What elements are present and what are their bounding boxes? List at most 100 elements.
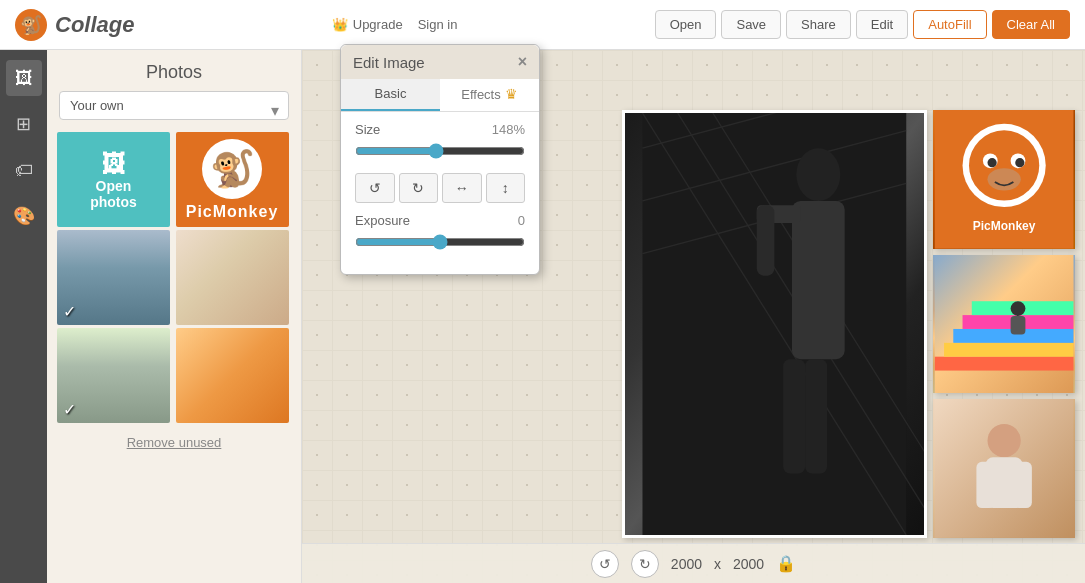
photo-cell-2[interactable]: ✓ bbox=[57, 230, 170, 325]
lock-icon[interactable]: 🔒 bbox=[776, 554, 796, 573]
top-right-photo: PicMonkey bbox=[933, 110, 1075, 249]
size-row: Size 148% bbox=[355, 122, 525, 137]
undo-button[interactable]: ↺ bbox=[591, 550, 619, 578]
svg-rect-12 bbox=[757, 205, 775, 275]
collage-layout: PicMonkey bbox=[622, 110, 1075, 538]
mid-right-photo bbox=[933, 255, 1075, 394]
sign-in-button[interactable]: Sign in bbox=[418, 17, 458, 32]
svg-point-20 bbox=[987, 168, 1020, 190]
sidebar: 🖼 ⊞ 🏷 🎨 bbox=[0, 50, 47, 583]
photos-icon: 🖼 bbox=[15, 68, 33, 89]
dialog-tabs: Basic Effects ♛ bbox=[341, 79, 539, 112]
sidebar-item-paint[interactable]: 🎨 bbox=[6, 198, 42, 234]
photo-cell-5[interactable] bbox=[176, 328, 289, 423]
flip-vertical-button[interactable]: ↕ bbox=[486, 173, 526, 203]
svg-text:PicMonkey: PicMonkey bbox=[973, 219, 1036, 233]
exposure-value: 0 bbox=[518, 213, 525, 228]
dialog-title-bar: Edit Image × bbox=[341, 45, 539, 79]
open-photos-cell[interactable]: 🖼 Open photos bbox=[57, 132, 170, 227]
sign-in-label: Sign in bbox=[418, 17, 458, 32]
right-cell-top[interactable]: PicMonkey bbox=[933, 110, 1075, 249]
dialog-close-button[interactable]: × bbox=[518, 53, 527, 71]
svg-rect-34 bbox=[1013, 462, 1031, 508]
photo-cell-1[interactable]: 🐒 PicMonkey bbox=[176, 132, 289, 227]
flip-v-icon: ↕ bbox=[502, 180, 509, 196]
photos-panel-title: Photos bbox=[47, 50, 301, 91]
rotate-left-icon: ↺ bbox=[369, 180, 381, 196]
svg-rect-10 bbox=[783, 359, 805, 473]
redo-button[interactable]: ↻ bbox=[631, 550, 659, 578]
edit-button[interactable]: Edit bbox=[856, 10, 908, 39]
layout-icon: ⊞ bbox=[16, 113, 31, 135]
exposure-slider-wrap bbox=[355, 234, 525, 254]
photos-dropdown-wrap: Your own Facebook Instagram bbox=[47, 91, 301, 132]
svg-point-28 bbox=[1010, 301, 1025, 316]
tab-effects[interactable]: Effects ♛ bbox=[440, 79, 539, 111]
open-photos-line2: photos bbox=[90, 194, 137, 210]
collage-right-column: PicMonkey bbox=[933, 110, 1075, 538]
sidebar-item-stickers[interactable]: 🏷 bbox=[6, 152, 42, 188]
svg-rect-23 bbox=[935, 356, 1074, 370]
collage-left-column[interactable] bbox=[622, 110, 927, 538]
paint-icon: 🎨 bbox=[13, 205, 35, 227]
flip-h-icon: ↔ bbox=[455, 180, 469, 196]
picmonkey-photo: 🐒 PicMonkey bbox=[176, 132, 289, 227]
exposure-label: Exposure bbox=[355, 213, 410, 228]
logo-icon: 🐒 bbox=[15, 9, 47, 41]
clear-all-button[interactable]: Clear All bbox=[992, 10, 1070, 39]
autofill-button[interactable]: AutoFill bbox=[913, 10, 986, 39]
crown-icon: ♛ bbox=[505, 86, 518, 102]
sidebar-item-layout[interactable]: ⊞ bbox=[6, 106, 42, 142]
status-bar: ↺ ↻ 2000 x 2000 🔒 bbox=[302, 543, 1085, 583]
remove-unused-button[interactable]: Remove unused bbox=[47, 423, 301, 462]
rotate-right-icon: ↻ bbox=[412, 180, 424, 196]
photo-cell-3[interactable] bbox=[176, 230, 289, 325]
right-cell-bot[interactable] bbox=[933, 399, 1075, 538]
transform-buttons: ↺ ↻ ↔ ↕ bbox=[355, 173, 525, 203]
open-icon: 🖼 bbox=[102, 150, 126, 178]
picmonkey-face: 🐒 bbox=[202, 139, 262, 199]
photos-grid: 🖼 Open photos 🐒 PicMonkey ✓ ✓ bbox=[47, 132, 301, 423]
upgrade-label: Upgrade bbox=[353, 17, 403, 32]
size-value: 148% bbox=[492, 122, 525, 137]
tab-basic[interactable]: Basic bbox=[341, 79, 440, 111]
main-collage-photo bbox=[625, 113, 924, 535]
share-button[interactable]: Share bbox=[786, 10, 851, 39]
app-logo: 🐒 Collage bbox=[15, 9, 134, 41]
size-label: Size bbox=[355, 122, 380, 137]
svg-rect-33 bbox=[976, 462, 994, 508]
open-button[interactable]: Open bbox=[655, 10, 717, 39]
exposure-slider[interactable] bbox=[355, 234, 525, 250]
exposure-row: Exposure 0 bbox=[355, 213, 525, 228]
logo-text: Collage bbox=[55, 12, 134, 38]
sidebar-item-photos[interactable]: 🖼 bbox=[6, 60, 42, 96]
photos-panel: Photos Your own Facebook Instagram 🖼 Ope… bbox=[47, 50, 302, 583]
canvas-width: 2000 bbox=[671, 556, 702, 572]
right-nav-buttons: Open Save Share Edit AutoFill Clear All bbox=[655, 10, 1070, 39]
photos-source-dropdown[interactable]: Your own Facebook Instagram bbox=[59, 91, 289, 120]
svg-point-31 bbox=[987, 424, 1020, 457]
rotate-left-button[interactable]: ↺ bbox=[355, 173, 395, 203]
photo-cell-4[interactable]: ✓ bbox=[57, 328, 170, 423]
upgrade-button[interactable]: 👑 Upgrade bbox=[332, 17, 403, 32]
svg-rect-24 bbox=[944, 342, 1073, 356]
rotate-right-button[interactable]: ↻ bbox=[399, 173, 439, 203]
svg-point-7 bbox=[796, 148, 840, 201]
open-photos-line1: Open bbox=[96, 178, 132, 194]
canvas-height: 2000 bbox=[733, 556, 764, 572]
top-navigation: 🐒 Collage 👑 Upgrade Sign in Open Save Sh… bbox=[0, 0, 1085, 50]
size-slider-wrap bbox=[355, 143, 525, 163]
save-button[interactable]: Save bbox=[721, 10, 781, 39]
photo-checkmark-2: ✓ bbox=[63, 302, 76, 321]
picmonkey-text: PicMonkey bbox=[186, 203, 279, 221]
dialog-body: Size 148% ↺ ↻ ↔ ↕ Exposure 0 bbox=[341, 112, 539, 274]
svg-rect-29 bbox=[1010, 316, 1025, 334]
svg-point-19 bbox=[1015, 158, 1024, 167]
flip-horizontal-button[interactable]: ↔ bbox=[442, 173, 482, 203]
right-cell-mid[interactable] bbox=[933, 255, 1075, 394]
bot-right-photo bbox=[933, 399, 1075, 538]
photo-checkmark-4: ✓ bbox=[63, 400, 76, 419]
dimensions-separator: x bbox=[714, 556, 721, 572]
size-slider[interactable] bbox=[355, 143, 525, 159]
svg-point-18 bbox=[987, 158, 996, 167]
